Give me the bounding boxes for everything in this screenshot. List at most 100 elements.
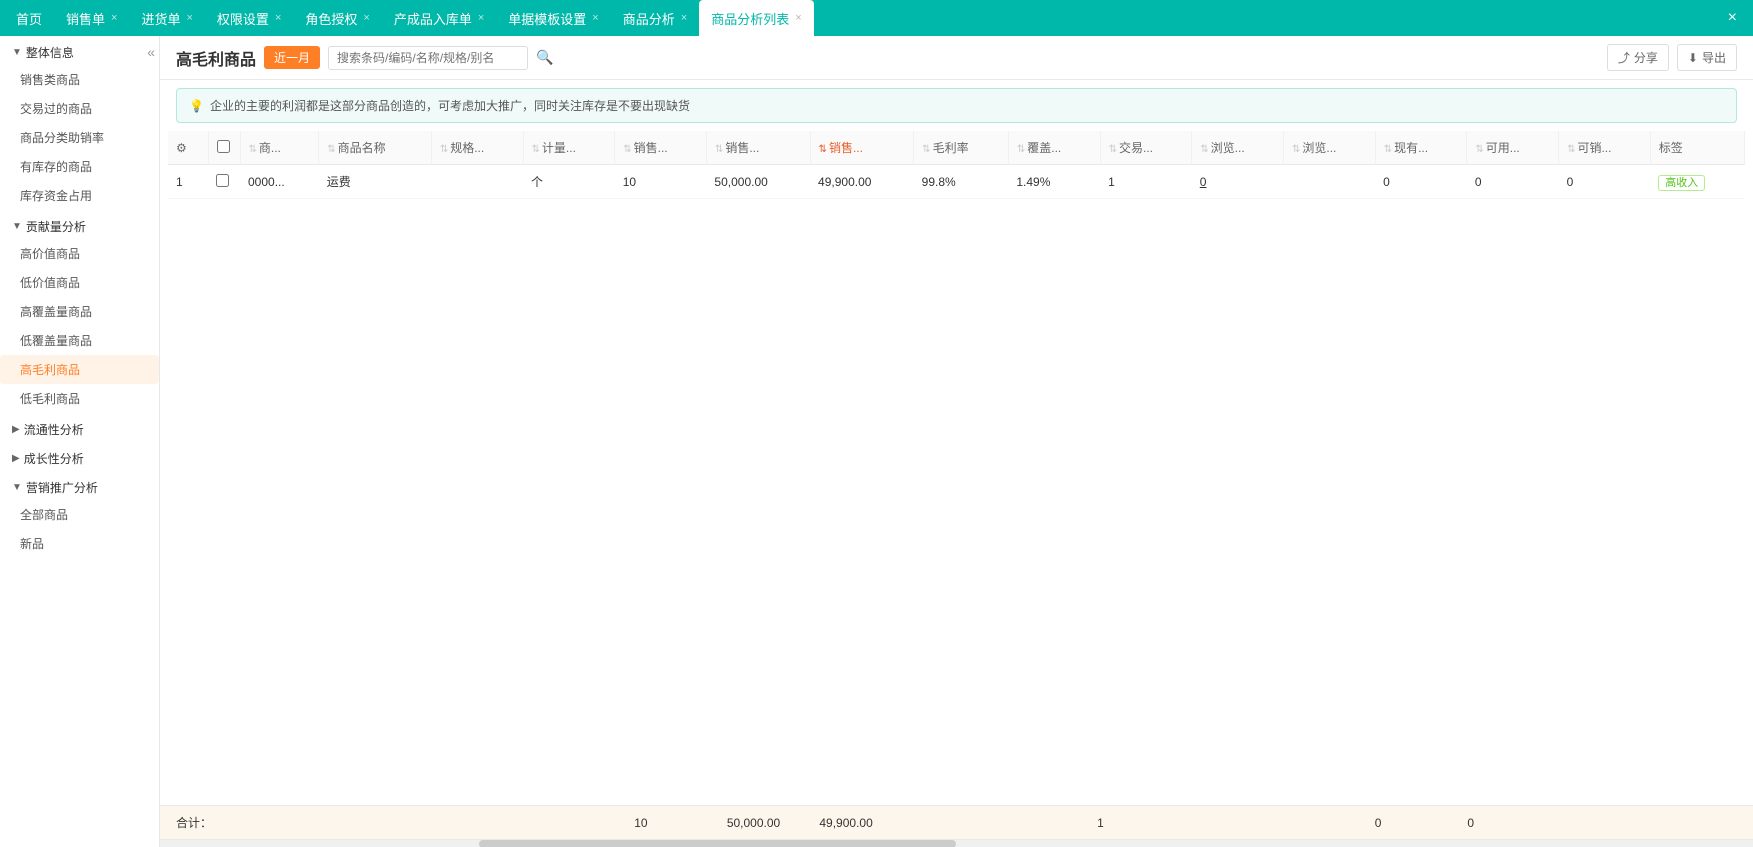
sidebar-item-category-rate[interactable]: 商品分类助销率: [0, 123, 159, 152]
sidebar-item-high-coverage[interactable]: 高覆盖量商品: [0, 297, 159, 326]
footer-sale-qty: 10: [626, 816, 719, 830]
footer-empty8: [1274, 816, 1367, 830]
cell-current-stock: 0: [1375, 165, 1467, 199]
footer-cells: 10 50,000.00 49,900.00 1 0 0: [256, 816, 1737, 830]
cell-checkbox[interactable]: [208, 165, 240, 199]
export-icon: ⬇: [1688, 51, 1698, 65]
nav-template[interactable]: 单据模板设置 ×: [496, 0, 610, 36]
main-layout: « ▼ 整体信息 销售类商品 交易过的商品 商品分类助销率 有库存的商品 库存资…: [0, 36, 1753, 847]
nav-analysis-list[interactable]: 商品分析列表 ×: [699, 0, 813, 36]
col-avail-stock[interactable]: ⇅可用...: [1467, 131, 1559, 165]
share-icon: ⤴: [1618, 49, 1630, 66]
nav-stock-in[interactable]: 产成品入库单 ×: [382, 0, 496, 36]
col-sale-profit[interactable]: ⇅销售...: [810, 131, 914, 165]
footer-empty4: [534, 816, 627, 830]
col-current-stock[interactable]: ⇅现有...: [1375, 131, 1467, 165]
nav-analysis-list-close[interactable]: ×: [795, 12, 801, 24]
sidebar-item-high-value[interactable]: 高价值商品: [0, 239, 159, 268]
nav-stock-in-close[interactable]: ×: [478, 12, 484, 24]
col-txn-count[interactable]: ⇅交易...: [1100, 131, 1192, 165]
nav-analysis-close[interactable]: ×: [681, 12, 687, 24]
sidebar-item-low-value[interactable]: 低价值商品: [0, 268, 159, 297]
nav-sales[interactable]: 销售单 ×: [54, 0, 129, 36]
nav-roles[interactable]: 角色授权 ×: [293, 0, 381, 36]
col-unit[interactable]: ⇅计量...: [523, 131, 615, 165]
sidebar-collapse-button[interactable]: «: [147, 44, 155, 60]
sidebar-item-traded-goods[interactable]: 交易过的商品: [0, 94, 159, 123]
col-spec[interactable]: ⇅规格...: [431, 131, 523, 165]
cell-txn-count: 1: [1100, 165, 1192, 199]
cell-view1[interactable]: 0: [1192, 165, 1284, 199]
sidebar-item-in-stock[interactable]: 有库存的商品: [0, 152, 159, 181]
filter-recent-month-button[interactable]: 近一月: [264, 46, 320, 69]
col-name[interactable]: ⇅商品名称: [319, 131, 432, 165]
footer-sale-amt: 50,000.00: [719, 816, 812, 830]
sidebar-group-marketing[interactable]: ▼ 营销推广分析: [0, 471, 159, 500]
nav-sales-close[interactable]: ×: [111, 12, 117, 24]
footer-empty9: [1552, 816, 1645, 830]
col-view2[interactable]: ⇅浏览...: [1283, 131, 1375, 165]
cell-tag: 高收入: [1650, 165, 1744, 199]
nav-roles-close[interactable]: ×: [363, 12, 369, 24]
sidebar-group-liquidity[interactable]: ▶ 流通性分析: [0, 413, 159, 442]
col-settings[interactable]: ⚙: [168, 131, 208, 165]
table-row: 1 0000... 运费 个 10 50,000.00 49,900.00 99…: [168, 165, 1745, 199]
col-checkbox[interactable]: [208, 131, 240, 165]
sidebar-item-all-goods[interactable]: 全部商品: [0, 500, 159, 529]
cell-sale-qty: 10: [615, 165, 707, 199]
table-container: ⚙ ⇅商... ⇅商品名称 ⇅规格... ⇅计量... ⇅销售... ⇅销售..…: [160, 131, 1753, 805]
row-checkbox[interactable]: [216, 174, 229, 187]
export-button[interactable]: ⬇ 导出: [1677, 44, 1737, 71]
search-input[interactable]: [328, 46, 528, 70]
nav-analysis[interactable]: 商品分析 ×: [611, 0, 699, 36]
col-sale-stock[interactable]: ⇅可销...: [1559, 131, 1651, 165]
contribution-arrow-icon: ▼: [12, 221, 22, 232]
search-button[interactable]: 🔍: [536, 49, 553, 66]
footer-current-stock: 0: [1367, 816, 1460, 830]
col-sale-qty[interactable]: ⇅销售...: [615, 131, 707, 165]
col-code[interactable]: ⇅商...: [240, 131, 319, 165]
window-close-button[interactable]: ×: [1716, 9, 1749, 27]
table-footer: 合计： 10 50,000.00 49,900.00 1 0 0: [160, 805, 1753, 839]
nav-permissions-close[interactable]: ×: [275, 12, 281, 24]
footer-label: 合计：: [176, 814, 256, 831]
nav-purchase[interactable]: 进货单 ×: [129, 0, 204, 36]
info-icon: 💡: [189, 99, 204, 113]
sidebar-item-low-coverage[interactable]: 低覆盖量商品: [0, 326, 159, 355]
marketing-arrow-icon: ▼: [12, 482, 22, 493]
sidebar-group-contribution[interactable]: ▼ 贡献量分析: [0, 210, 159, 239]
sidebar-item-high-margin[interactable]: 高毛利商品: [0, 355, 159, 384]
sidebar-item-new-goods[interactable]: 新品: [0, 529, 159, 558]
page-title: 高毛利商品: [176, 46, 256, 70]
nav-permissions[interactable]: 权限设置 ×: [205, 0, 293, 36]
scrollbar-thumb[interactable]: [479, 840, 957, 847]
nav-template-close[interactable]: ×: [592, 12, 598, 24]
col-coverage[interactable]: ⇅覆盖...: [1008, 131, 1100, 165]
cell-unit: 个: [523, 165, 615, 199]
col-view1[interactable]: ⇅浏览...: [1192, 131, 1284, 165]
col-sale-amt[interactable]: ⇅销售...: [706, 131, 810, 165]
footer-empty2: [349, 816, 442, 830]
cell-sale-profit: 49,900.00: [810, 165, 914, 199]
cell-gross-margin: 99.8%: [914, 165, 1009, 199]
sidebar: « ▼ 整体信息 销售类商品 交易过的商品 商品分类助销率 有库存的商品 库存资…: [0, 36, 160, 847]
sidebar-group-overall[interactable]: ▼ 整体信息: [0, 36, 159, 65]
nav-home[interactable]: 首页: [4, 0, 54, 36]
share-button[interactable]: ⤴ 分享: [1607, 44, 1669, 71]
info-text: 企业的主要的利润都是这部分商品创造的，可考虑加大推广，同时关注库存是不要出现缺货: [210, 97, 690, 114]
nav-purchase-close[interactable]: ×: [186, 12, 192, 24]
overall-arrow-icon: ▼: [12, 47, 22, 58]
sidebar-item-low-margin[interactable]: 低毛利商品: [0, 384, 159, 413]
select-all-checkbox[interactable]: [217, 140, 230, 153]
col-gross-margin[interactable]: ⇅毛利率: [914, 131, 1009, 165]
content-area: 高毛利商品 近一月 🔍 ⤴ 分享 ⬇ 导出 💡 企业的主要的利润都是这部分商品创…: [160, 36, 1753, 847]
horizontal-scrollbar[interactable]: [160, 839, 1753, 847]
cell-spec: [431, 165, 523, 199]
footer-empty3: [441, 816, 534, 830]
cell-coverage: 1.49%: [1008, 165, 1100, 199]
sidebar-item-sales-goods[interactable]: 销售类商品: [0, 65, 159, 94]
sidebar-group-growth[interactable]: ▶ 成长性分析: [0, 442, 159, 471]
cell-sale-amt: 50,000.00: [706, 165, 810, 199]
sidebar-item-stock-capital[interactable]: 库存资金占用: [0, 181, 159, 210]
liquidity-arrow-icon: ▶: [12, 424, 20, 435]
